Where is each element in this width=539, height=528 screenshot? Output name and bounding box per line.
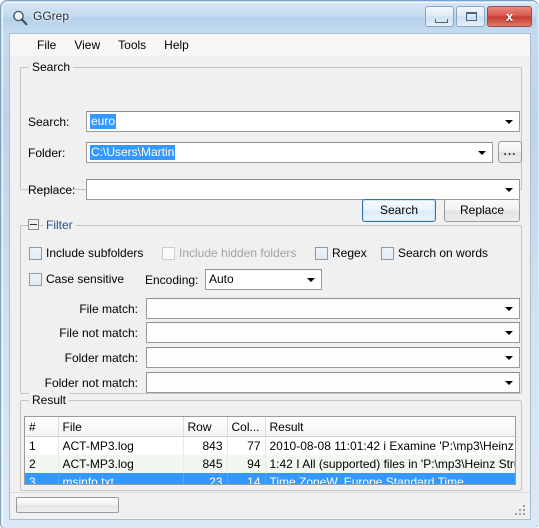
- file-match-label: File match:: [79, 302, 138, 316]
- filter-group-title: Filter: [43, 218, 76, 232]
- app-window: GGrep x File View Tools Help Search Sear…: [0, 0, 539, 528]
- close-icon: x: [505, 9, 514, 24]
- chevron-down-icon[interactable]: [505, 381, 513, 385]
- table-row[interactable]: 1 ACT-MP3.log 843 77 2010-08-08 11:01:42…: [25, 436, 515, 455]
- folder-not-match-input[interactable]: [146, 372, 520, 393]
- encoding-value: Auto: [209, 272, 234, 286]
- replace-label: Replace:: [28, 183, 76, 197]
- result-table[interactable]: # File Row Col... Result 1 ACT-MP3.log 8…: [24, 416, 516, 485]
- close-button[interactable]: x: [487, 6, 532, 27]
- menu-file[interactable]: File: [28, 35, 65, 55]
- minimize-icon: [435, 19, 448, 23]
- result-group-title: Result: [29, 393, 70, 407]
- encoding-select[interactable]: Auto: [205, 269, 322, 290]
- cell-col: 77: [227, 436, 266, 455]
- cell-result: 1:42 I All (supported) files in 'P:\mp3\…: [265, 455, 515, 473]
- cell-file: ACT-MP3.log: [58, 436, 184, 455]
- table-row-selected[interactable]: 3 msinfo.txt 23 14 Time ZoneW. Europe St…: [25, 473, 515, 484]
- checkbox-regex[interactable]: Regex: [315, 247, 367, 260]
- table-row[interactable]: 2 ACT-MP3.log 845 94 1:42 I All (support…: [25, 455, 515, 473]
- checkbox-include-subfolders[interactable]: Include subfolders: [29, 247, 143, 260]
- table-header-row: # File Row Col... Result: [25, 417, 515, 437]
- cell-row: 23: [183, 473, 228, 484]
- cell-file: ACT-MP3.log: [58, 455, 184, 473]
- file-not-match-input[interactable]: [146, 322, 520, 343]
- resize-grip-icon[interactable]: [515, 505, 527, 517]
- search-input[interactable]: euro: [86, 111, 520, 132]
- file-not-match-label: File not match:: [59, 326, 138, 340]
- chevron-down-icon[interactable]: [505, 356, 513, 360]
- file-match-input[interactable]: [146, 298, 520, 319]
- search-input-value: euro: [90, 114, 117, 129]
- checkbox-search-on-words[interactable]: Search on words: [381, 247, 488, 260]
- replace-button[interactable]: Replace: [444, 199, 520, 222]
- window-title: GGrep: [33, 9, 70, 23]
- column-header-index[interactable]: #: [25, 417, 59, 437]
- chevron-down-icon[interactable]: [307, 278, 315, 282]
- title-bar[interactable]: GGrep x: [3, 3, 536, 33]
- cell-col: 94: [227, 455, 266, 473]
- menu-help[interactable]: Help: [155, 35, 198, 55]
- chevron-down-icon[interactable]: [505, 331, 513, 335]
- menu-view[interactable]: View: [65, 35, 109, 55]
- status-bar: [10, 492, 530, 519]
- cell-result: 2010-08-08 11:01:42 i Examine 'P:\mp3\He…: [265, 436, 515, 455]
- cell-col: 14: [227, 473, 266, 484]
- chevron-down-icon[interactable]: [478, 151, 486, 155]
- client-area: File View Tools Help Search Search: euro…: [9, 33, 531, 520]
- browse-folder-button[interactable]: ...: [498, 141, 522, 163]
- cell-row: 843: [183, 436, 228, 455]
- maximize-button[interactable]: [456, 6, 485, 27]
- cell-file: msinfo.txt: [58, 473, 184, 484]
- menu-bar: File View Tools Help: [10, 34, 530, 57]
- column-header-file[interactable]: File: [58, 417, 184, 437]
- folder-label: Folder:: [28, 146, 66, 160]
- checkbox-include-hidden-folders: Include hidden folders: [162, 247, 296, 260]
- cell-result: Time ZoneW. Europe Standard Time: [265, 473, 515, 484]
- folder-not-match-label: Folder not match:: [44, 376, 138, 390]
- menu-tools[interactable]: Tools: [109, 35, 155, 55]
- cell-index: 3: [25, 473, 59, 484]
- collapse-filter-icon[interactable]: [28, 219, 39, 230]
- folder-match-label: Folder match:: [64, 351, 138, 365]
- encoding-label: Encoding:: [145, 273, 199, 287]
- folder-input[interactable]: C:\Users\Martin: [86, 142, 493, 163]
- column-header-col[interactable]: Col...: [227, 417, 266, 437]
- cell-index: 1: [25, 436, 59, 455]
- magnifier-icon: [11, 9, 29, 27]
- folder-input-value: C:\Users\Martin: [90, 145, 176, 160]
- folder-match-input[interactable]: [146, 347, 520, 368]
- column-header-row[interactable]: Row: [183, 417, 228, 437]
- cell-row: 845: [183, 455, 228, 473]
- replace-input[interactable]: [86, 179, 520, 200]
- chevron-down-icon[interactable]: [505, 188, 513, 192]
- maximize-icon: [466, 12, 477, 21]
- window-controls: x: [425, 6, 532, 27]
- minimize-button[interactable]: [425, 6, 454, 27]
- search-group-title: Search: [29, 60, 74, 74]
- chevron-down-icon[interactable]: [505, 307, 513, 311]
- search-button[interactable]: Search: [362, 199, 436, 222]
- progress-bar: [16, 497, 119, 513]
- chevron-down-icon[interactable]: [505, 120, 513, 124]
- cell-index: 2: [25, 455, 59, 473]
- search-label: Search:: [28, 115, 70, 129]
- column-header-result[interactable]: Result: [265, 417, 515, 437]
- checkbox-case-sensitive[interactable]: Case sensitive: [29, 273, 124, 286]
